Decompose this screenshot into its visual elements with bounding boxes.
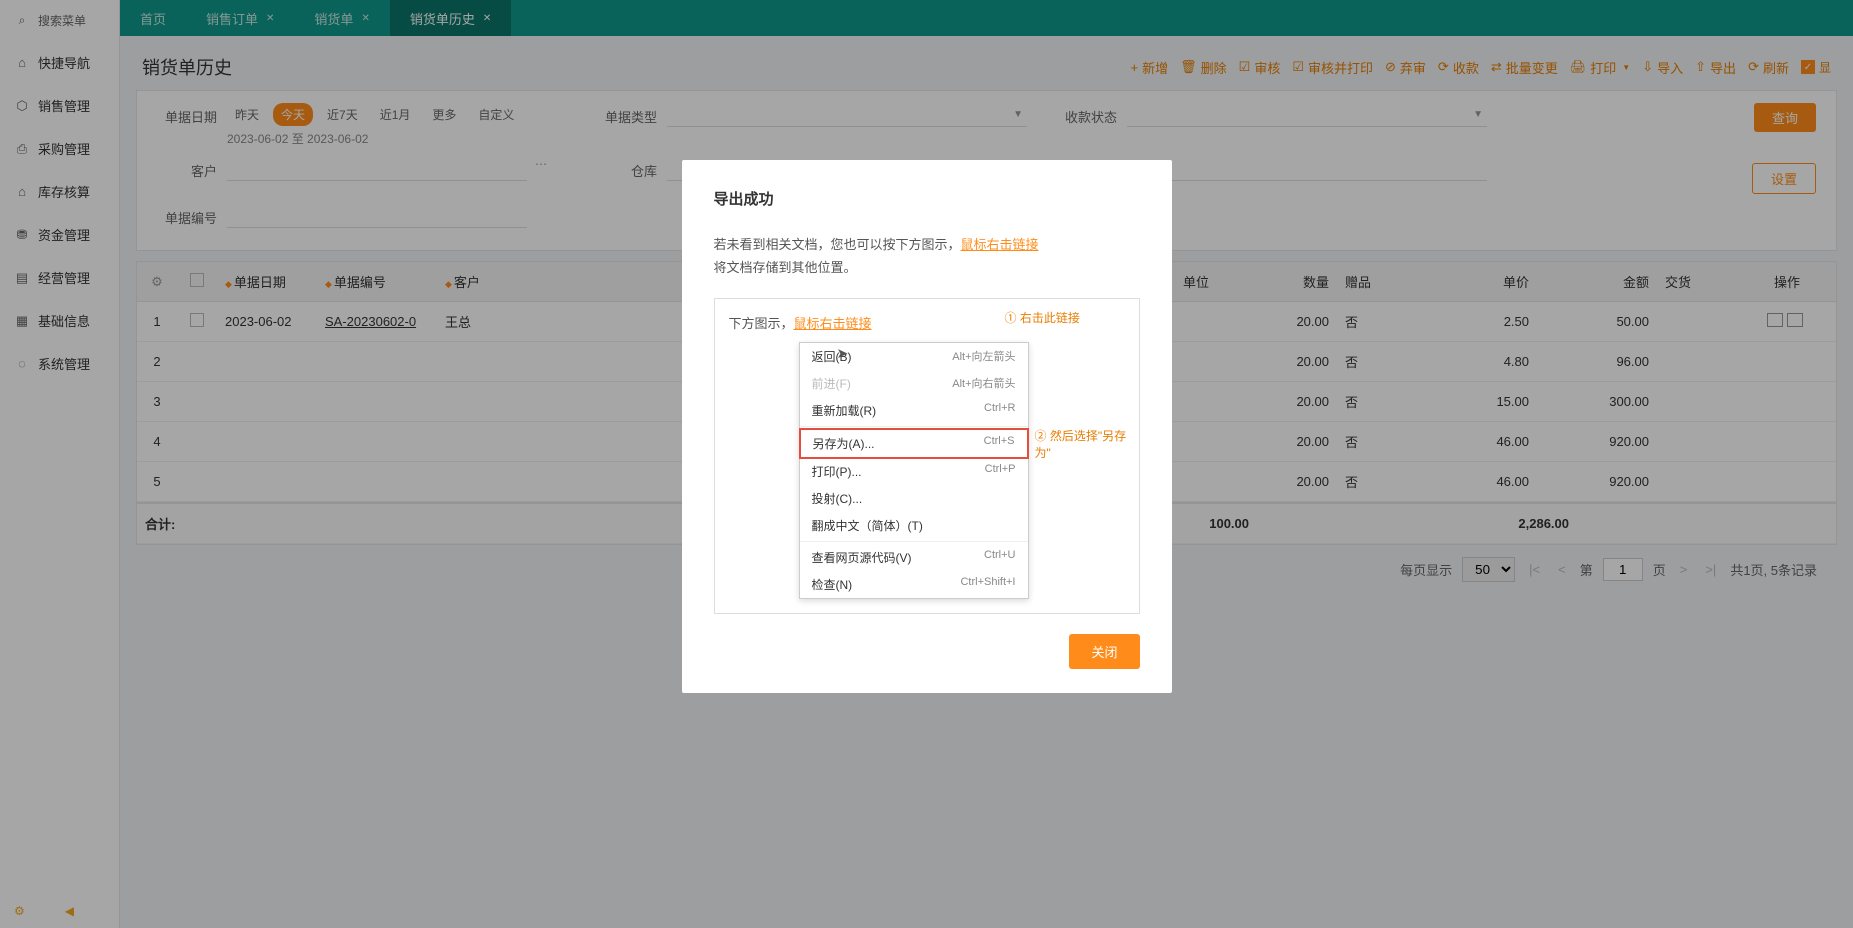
ctx-item: 检查(N)Ctrl+Shift+I <box>800 571 1028 598</box>
hint-1: ① 右击此链接 <box>1005 309 1080 326</box>
ctx-item: 前进(F)Alt+向右箭头 <box>800 370 1028 397</box>
close-button[interactable]: 关闭 <box>1069 634 1139 669</box>
right-click-link[interactable]: 鼠标右击链接 <box>961 237 1039 252</box>
export-success-modal: 导出成功 若未看到相关文档，您也可以按下方图示，鼠标右击链接 将文档存储到其他位… <box>682 160 1172 693</box>
cursor-icon: ➤ <box>837 345 849 362</box>
ctx-item: 另存为(A)...Ctrl+S <box>799 428 1029 459</box>
ctx-item: 返回(B)Alt+向左箭头 <box>800 343 1028 370</box>
diagram-link: 鼠标右击链接 <box>794 316 872 331</box>
ctx-item: 查看网页源代码(V)Ctrl+U <box>800 544 1028 571</box>
context-menu-illustration: 返回(B)Alt+向左箭头前进(F)Alt+向右箭头重新加载(R)Ctrl+R 另… <box>799 342 1029 599</box>
ctx-item: 重新加载(R)Ctrl+R <box>800 397 1028 424</box>
hint-2: ② 然后选择"另存为" <box>1035 427 1139 461</box>
modal-body: 若未看到相关文档，您也可以按下方图示，鼠标右击链接 将文档存储到其他位置。 <box>714 233 1140 280</box>
ctx-item: 投射(C)... <box>800 485 1028 512</box>
modal-title: 导出成功 <box>714 188 1140 209</box>
ctx-item: 翻成中文（简体）(T) <box>800 512 1028 539</box>
modal-overlay: 导出成功 若未看到相关文档，您也可以按下方图示，鼠标右击链接 将文档存储到其他位… <box>0 0 1853 928</box>
instruction-diagram: 下方图示，鼠标右击链接 ➤ ① 右击此链接 ② 然后选择"另存为" 返回(B)A… <box>714 298 1140 614</box>
ctx-item: 打印(P)...Ctrl+P <box>800 458 1028 485</box>
